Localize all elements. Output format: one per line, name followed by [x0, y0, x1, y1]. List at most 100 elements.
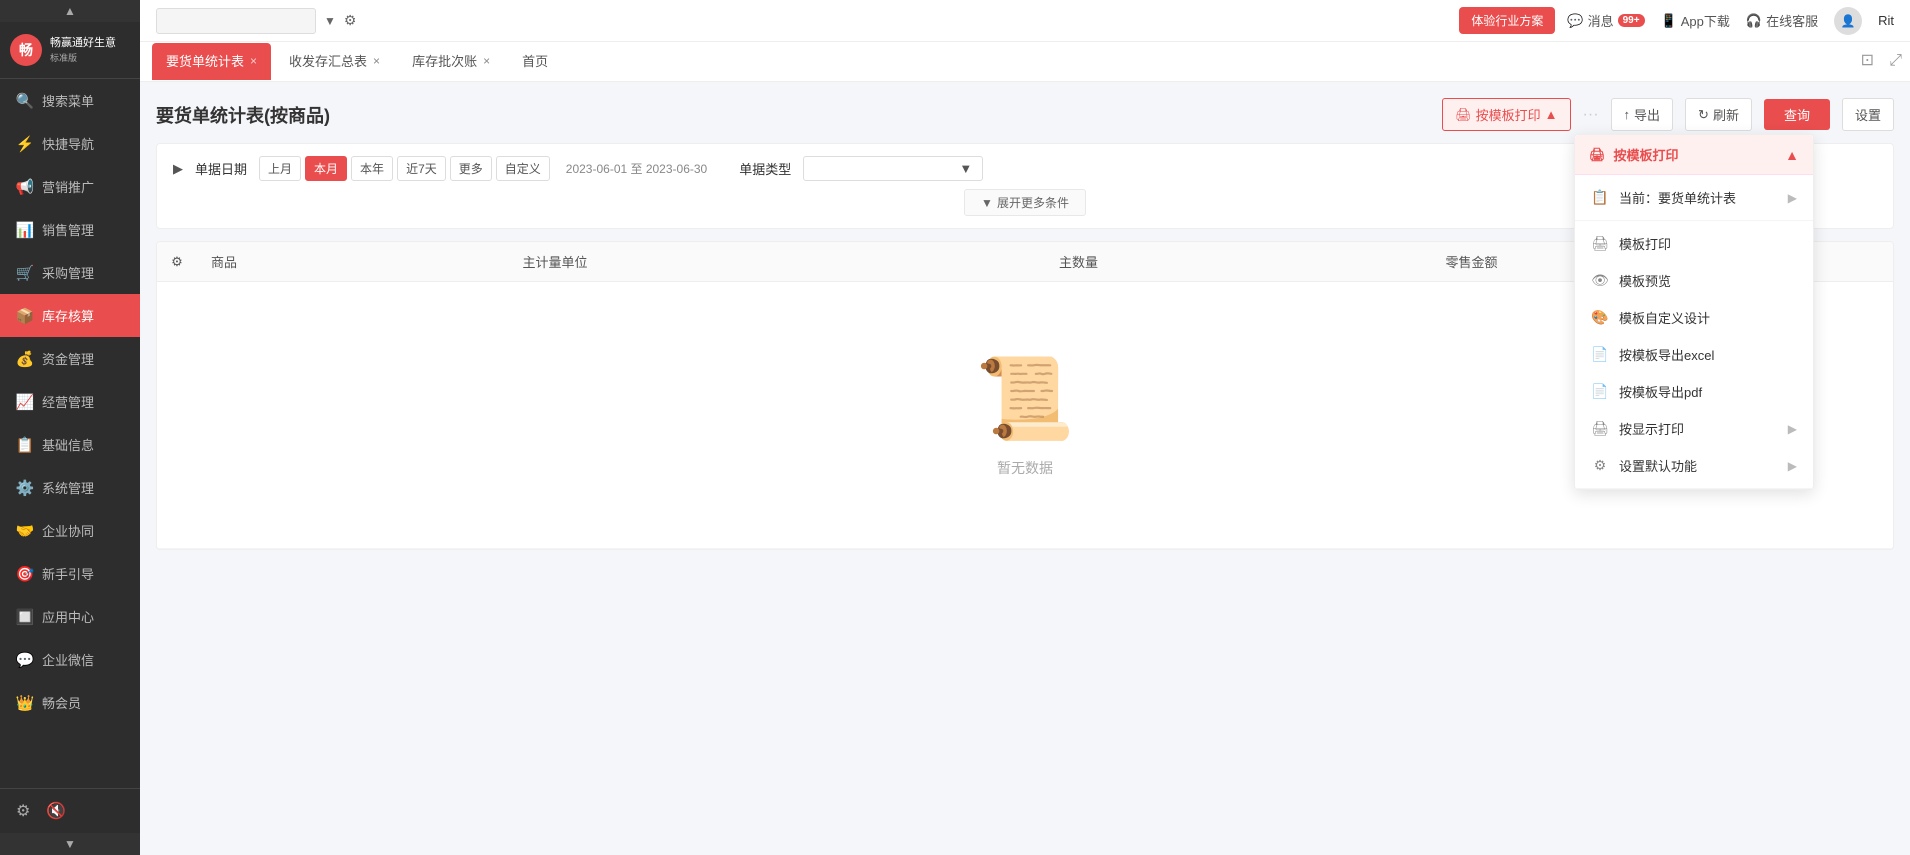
tab-order_stats[interactable]: 要货单统计表 ×: [152, 43, 271, 80]
date-btn-1[interactable]: 本月: [305, 156, 347, 181]
sidebar-item-apps[interactable]: 🔲应用中心: [0, 595, 140, 638]
refresh-btn[interactable]: ↻ 刷新: [1685, 98, 1752, 131]
sidebar-bottom: ⚙ 🔇: [0, 788, 140, 833]
query-btn[interactable]: 查询: [1764, 99, 1830, 130]
message-btn[interactable]: 💬 消息 99+: [1567, 11, 1644, 30]
dropdown-header[interactable]: 🖨 按模板打印 ▲: [1575, 135, 1813, 175]
settings-bottom-icon[interactable]: ⚙: [16, 801, 30, 821]
dropdown-current-item[interactable]: 📋 当前：要货单统计表 ▶: [1575, 179, 1813, 216]
print-btn[interactable]: 🖨 按模板打印 ▲: [1442, 98, 1570, 131]
print-arrow-icon: ▲: [1545, 107, 1558, 122]
tab-close-receivable_summary[interactable]: ×: [373, 54, 380, 68]
tab-close-batch_account[interactable]: ×: [483, 54, 490, 68]
user-avatar[interactable]: 👤: [1834, 7, 1862, 35]
refresh-label: 刷新: [1713, 105, 1739, 124]
sidebar-logo: 畅 畅赢通好生意 标准版: [0, 22, 140, 79]
dropdown-arrow-set_default: ▶: [1788, 459, 1797, 473]
nav-icon-wechat: 💬: [16, 651, 34, 669]
dropdown-item-set_default[interactable]: ⚙ 设置默认功能 ▶: [1575, 447, 1813, 484]
sidebar: ▲ 畅 畅赢通好生意 标准版 🔍搜索菜单 ⚡ 快捷导航 📢营销推广📊销售管理🛒采购管理…: [0, 0, 140, 855]
sidebar-item-shortcut[interactable]: ⚡ 快捷导航: [0, 122, 140, 165]
trial-btn[interactable]: 体验行业方案: [1459, 7, 1555, 34]
expand-more-btn[interactable]: ▼ 展开更多条件: [964, 189, 1086, 216]
table-gear-icon[interactable]: ⚙: [171, 254, 183, 270]
filter-expand-icon[interactable]: ▶: [173, 161, 183, 177]
sidebar-item-basic[interactable]: 📋基础信息: [0, 423, 140, 466]
tab-close-order_stats[interactable]: ×: [250, 54, 257, 68]
top-header: ▼ ⚙ 体验行业方案 💬 消息 99+ 📱 App下载 🎧 在线客服 👤 Rit: [140, 0, 1910, 42]
settings-btn[interactable]: 设置: [1842, 98, 1894, 131]
dropdown-label-set_default: 设置默认功能: [1619, 456, 1697, 475]
dropdown-item-display_print[interactable]: 🖨 按显示打印 ▶: [1575, 410, 1813, 447]
sidebar-item-inventory[interactable]: 📦库存核算: [0, 294, 140, 337]
nav-label-shortcut: 快捷导航: [42, 134, 94, 153]
nav-icon-shortcut: ⚡: [16, 135, 34, 153]
message-badge: 99+: [1618, 14, 1645, 27]
current-arrow: ▶: [1788, 191, 1797, 205]
date-btn-2[interactable]: 本年: [351, 156, 393, 181]
refresh-icon: ↻: [1698, 107, 1709, 123]
page-content: 要货单统计表(按商品) 🖨 按模板打印 ▲ ··· ↑ 导出 ↻ 刷新 查询 设…: [140, 82, 1910, 855]
header-search-input[interactable]: [156, 8, 316, 34]
dropdown-item-export_pdf[interactable]: 📄 按模板导出pdf: [1575, 373, 1813, 410]
tab-label-batch_account: 库存批次账: [412, 51, 477, 70]
dropdown-label-export_excel: 按模板导出excel: [1619, 345, 1714, 364]
date-btns: 上月本月本年近7天更多自定义: [259, 156, 550, 181]
nav-label-marketing: 营销推广: [42, 177, 94, 196]
nav-icon-basic: 📋: [16, 436, 34, 454]
dropdown-item-export_excel[interactable]: 📄 按模板导出excel: [1575, 336, 1813, 373]
sidebar-item-guide[interactable]: 🎯新手引导: [0, 552, 140, 595]
nav-label-search: 搜索菜单: [42, 91, 94, 110]
tab-batch_account[interactable]: 库存批次账 ×: [398, 43, 504, 80]
header-dropdown-btn[interactable]: ▼: [324, 14, 336, 28]
sidebar-item-marketing[interactable]: 📢营销推广: [0, 165, 140, 208]
logo-tag: 标准版: [50, 51, 116, 64]
sidebar-item-operation[interactable]: 📈经营管理: [0, 380, 140, 423]
dropdown-icon-template_preview: 👁: [1591, 272, 1609, 290]
dropdown-label-template_preview: 模板预览: [1619, 271, 1671, 290]
export-btn[interactable]: ↑ 导出: [1611, 98, 1674, 131]
message-label: 消息: [1588, 11, 1614, 30]
dropdown-item-template_print[interactable]: 🖨 模板打印: [1575, 225, 1813, 262]
type-filter-label: 单据类型: [739, 159, 791, 178]
dropdown-label-display_print: 按显示打印: [1619, 419, 1684, 438]
date-btn-5[interactable]: 自定义: [496, 156, 550, 181]
sidebar-item-member[interactable]: 👑畅会员: [0, 681, 140, 724]
sidebar-item-purchase[interactable]: 🛒采购管理: [0, 251, 140, 294]
date-btn-0[interactable]: 上月: [259, 156, 301, 181]
table-col-0: ⚙: [157, 242, 197, 282]
nav-icon-finance: 💰: [16, 350, 34, 368]
dropdown-item-template_design[interactable]: 🎨 模板自定义设计: [1575, 299, 1813, 336]
table-col-1: 商品: [197, 242, 509, 282]
sidebar-item-finance[interactable]: 💰资金管理: [0, 337, 140, 380]
app-download-btn[interactable]: 📱 App下载: [1661, 11, 1730, 30]
tab-expand-icon[interactable]: ⤢: [1889, 52, 1902, 70]
sidebar-item-sales[interactable]: 📊销售管理: [0, 208, 140, 251]
tab-receivable_summary[interactable]: 收发存汇总表 ×: [275, 43, 394, 80]
sidebar-scroll-down[interactable]: ▼: [0, 833, 140, 855]
online-service-btn[interactable]: 🎧 在线客服: [1746, 11, 1818, 30]
print-dropdown-menu: 🖨 按模板打印 ▲ 📋 当前：要货单统计表 ▶ 🖨 模板打印: [1574, 134, 1814, 490]
sidebar-item-wechat[interactable]: 💬企业微信: [0, 638, 140, 681]
sidebar-scroll-up[interactable]: ▲: [0, 0, 140, 22]
type-select[interactable]: ▼: [803, 156, 983, 181]
mute-icon[interactable]: 🔇: [46, 801, 66, 821]
dropdown-header-label: 按模板打印: [1614, 145, 1679, 164]
sidebar-item-collab[interactable]: 🤝企业协同: [0, 509, 140, 552]
sidebar-item-system[interactable]: ⚙️系统管理: [0, 466, 140, 509]
dropdown-item-template_preview[interactable]: 👁 模板预览: [1575, 262, 1813, 299]
header-gear-icon[interactable]: ⚙: [344, 12, 357, 29]
tab-label-receivable_summary: 收发存汇总表: [289, 51, 367, 70]
tab-home[interactable]: 首页: [508, 43, 562, 80]
tab-close-x[interactable]: ⊡: [1861, 50, 1874, 70]
sidebar-item-search[interactable]: 🔍搜索菜单: [0, 79, 140, 122]
date-btn-3[interactable]: 近7天: [397, 156, 446, 181]
date-range: 2023-06-01 至 2023-06-30: [566, 160, 707, 177]
app-icon: 📱: [1661, 13, 1677, 29]
toolbar-right: 🖨 按模板打印 ▲ ··· ↑ 导出 ↻ 刷新 查询 设置: [1442, 98, 1894, 131]
nav-icon-member: 👑: [16, 694, 34, 712]
date-btn-4[interactable]: 更多: [450, 156, 492, 181]
nav-label-sales: 销售管理: [42, 220, 94, 239]
empty-icon: 📜: [975, 352, 1075, 446]
tab-label-order_stats: 要货单统计表: [166, 51, 244, 70]
